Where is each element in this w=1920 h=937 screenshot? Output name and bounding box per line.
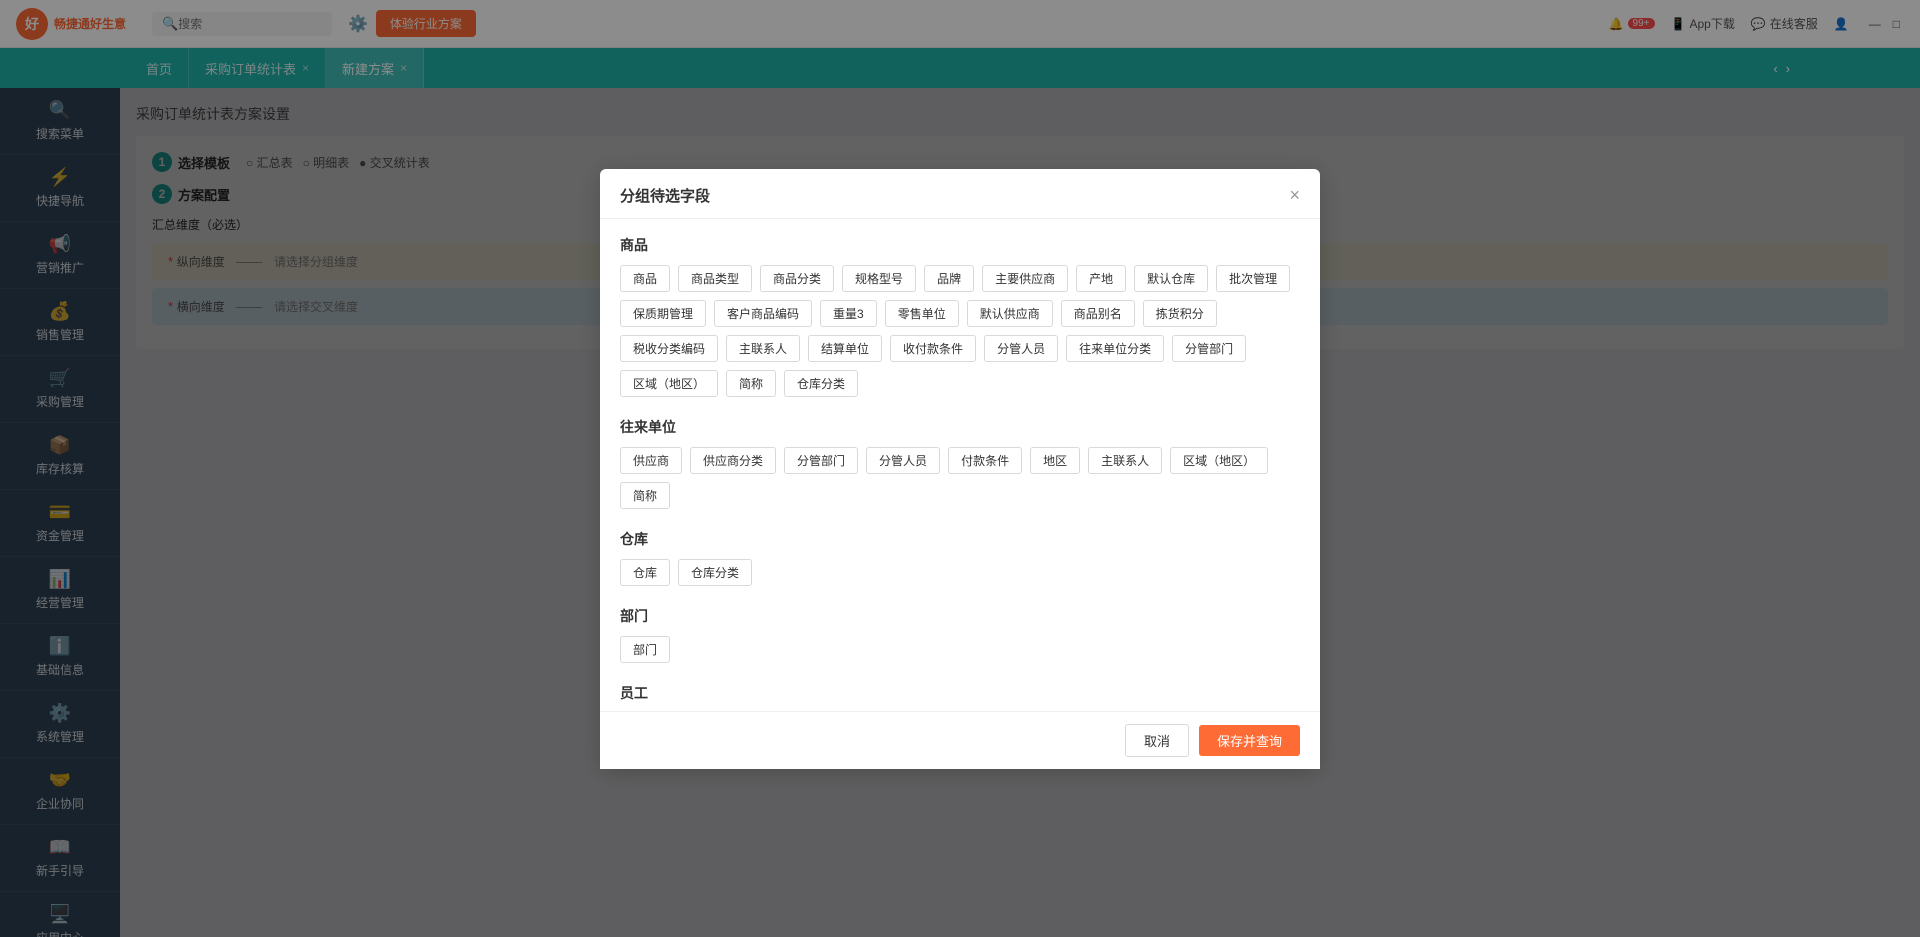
- field-tag[interactable]: 默认仓库: [1134, 265, 1208, 292]
- field-tag[interactable]: 区域（地区）: [620, 370, 718, 397]
- field-tags-商品: 商品商品类型商品分类规格型号品牌主要供应商产地默认仓库批次管理保质期管理客户商品…: [620, 265, 1300, 397]
- field-tag[interactable]: 重量3: [820, 300, 877, 327]
- dialog-body: 商品商品商品类型商品分类规格型号品牌主要供应商产地默认仓库批次管理保质期管理客户…: [600, 219, 1320, 711]
- field-tag[interactable]: 规格型号: [842, 265, 916, 292]
- dialog-footer: 取消 保存并查询: [600, 711, 1320, 769]
- dialog-title: 分组待选字段: [620, 185, 710, 206]
- section-title-员工: 员工: [620, 683, 1300, 703]
- section-title-往来单位: 往来单位: [620, 417, 1300, 437]
- field-tag[interactable]: 客户商品编码: [714, 300, 812, 327]
- dialog-close-btn[interactable]: ×: [1289, 186, 1300, 204]
- field-tag[interactable]: 收付款条件: [890, 335, 976, 362]
- field-section-部门: 部门部门: [620, 606, 1300, 663]
- field-section-往来单位: 往来单位供应商供应商分类分管部门分管人员付款条件地区主联系人区域（地区） 简称: [620, 417, 1300, 509]
- field-tag[interactable]: 区域（地区）: [1170, 447, 1268, 474]
- field-tag[interactable]: 拣货积分: [1143, 300, 1217, 327]
- field-tag[interactable]: 分管部门: [784, 447, 858, 474]
- section-title-仓库: 仓库: [620, 529, 1300, 549]
- field-section-商品: 商品商品商品类型商品分类规格型号品牌主要供应商产地默认仓库批次管理保质期管理客户…: [620, 235, 1300, 397]
- field-tag[interactable]: 分管部门: [1172, 335, 1246, 362]
- field-tag[interactable]: 批次管理: [1216, 265, 1290, 292]
- field-tag[interactable]: 分管人员: [866, 447, 940, 474]
- field-select-dialog: 分组待选字段 × 商品商品商品类型商品分类规格型号品牌主要供应商产地默认仓库批次…: [600, 169, 1320, 769]
- field-tag[interactable]: 默认供应商: [967, 300, 1053, 327]
- field-tag[interactable]: 商品类型: [678, 265, 752, 292]
- field-tag[interactable]: 供应商: [620, 447, 682, 474]
- field-tag[interactable]: 仓库: [620, 559, 670, 586]
- section-title-部门: 部门: [620, 606, 1300, 626]
- field-tag[interactable]: 分管人员: [984, 335, 1058, 362]
- field-tag[interactable]: 商品: [620, 265, 670, 292]
- field-tag[interactable]: 往来单位分类: [1066, 335, 1164, 362]
- field-tag[interactable]: 税收分类编码: [620, 335, 718, 362]
- field-tag[interactable]: 仓库分类: [784, 370, 858, 397]
- field-tags-往来单位: 供应商供应商分类分管部门分管人员付款条件地区主联系人区域（地区） 简称: [620, 447, 1300, 509]
- dialog-header: 分组待选字段 ×: [600, 169, 1320, 219]
- field-tag[interactable]: 商品别名: [1061, 300, 1135, 327]
- field-tag[interactable]: 部门: [620, 636, 670, 663]
- section-title-商品: 商品: [620, 235, 1300, 255]
- field-tag[interactable]: 零售单位: [885, 300, 959, 327]
- field-section-仓库: 仓库仓库仓库分类: [620, 529, 1300, 586]
- dialog-overlay: 分组待选字段 × 商品商品商品类型商品分类规格型号品牌主要供应商产地默认仓库批次…: [0, 0, 1920, 937]
- field-tag[interactable]: 主联系人: [1088, 447, 1162, 474]
- field-tag[interactable]: 主要供应商: [982, 265, 1068, 292]
- field-tag[interactable]: 品牌: [924, 265, 974, 292]
- field-tag[interactable]: 简称: [726, 370, 776, 397]
- field-tag[interactable]: 仓库分类: [678, 559, 752, 586]
- field-tag[interactable]: 供应商分类: [690, 447, 776, 474]
- field-tags-部门: 部门: [620, 636, 1300, 663]
- cancel-button[interactable]: 取消: [1125, 724, 1189, 757]
- field-tag[interactable]: 地区: [1030, 447, 1080, 474]
- field-tag[interactable]: 产地: [1076, 265, 1126, 292]
- field-tag[interactable]: 商品分类: [760, 265, 834, 292]
- field-tag[interactable]: 简称: [620, 482, 670, 509]
- field-tag[interactable]: 保质期管理: [620, 300, 706, 327]
- field-tags-仓库: 仓库仓库分类: [620, 559, 1300, 586]
- save-query-button[interactable]: 保存并查询: [1199, 725, 1300, 756]
- field-tag[interactable]: 结算单位: [808, 335, 882, 362]
- field-tag[interactable]: 付款条件: [948, 447, 1022, 474]
- field-tag[interactable]: 主联系人: [726, 335, 800, 362]
- field-section-员工: 员工业务员: [620, 683, 1300, 711]
